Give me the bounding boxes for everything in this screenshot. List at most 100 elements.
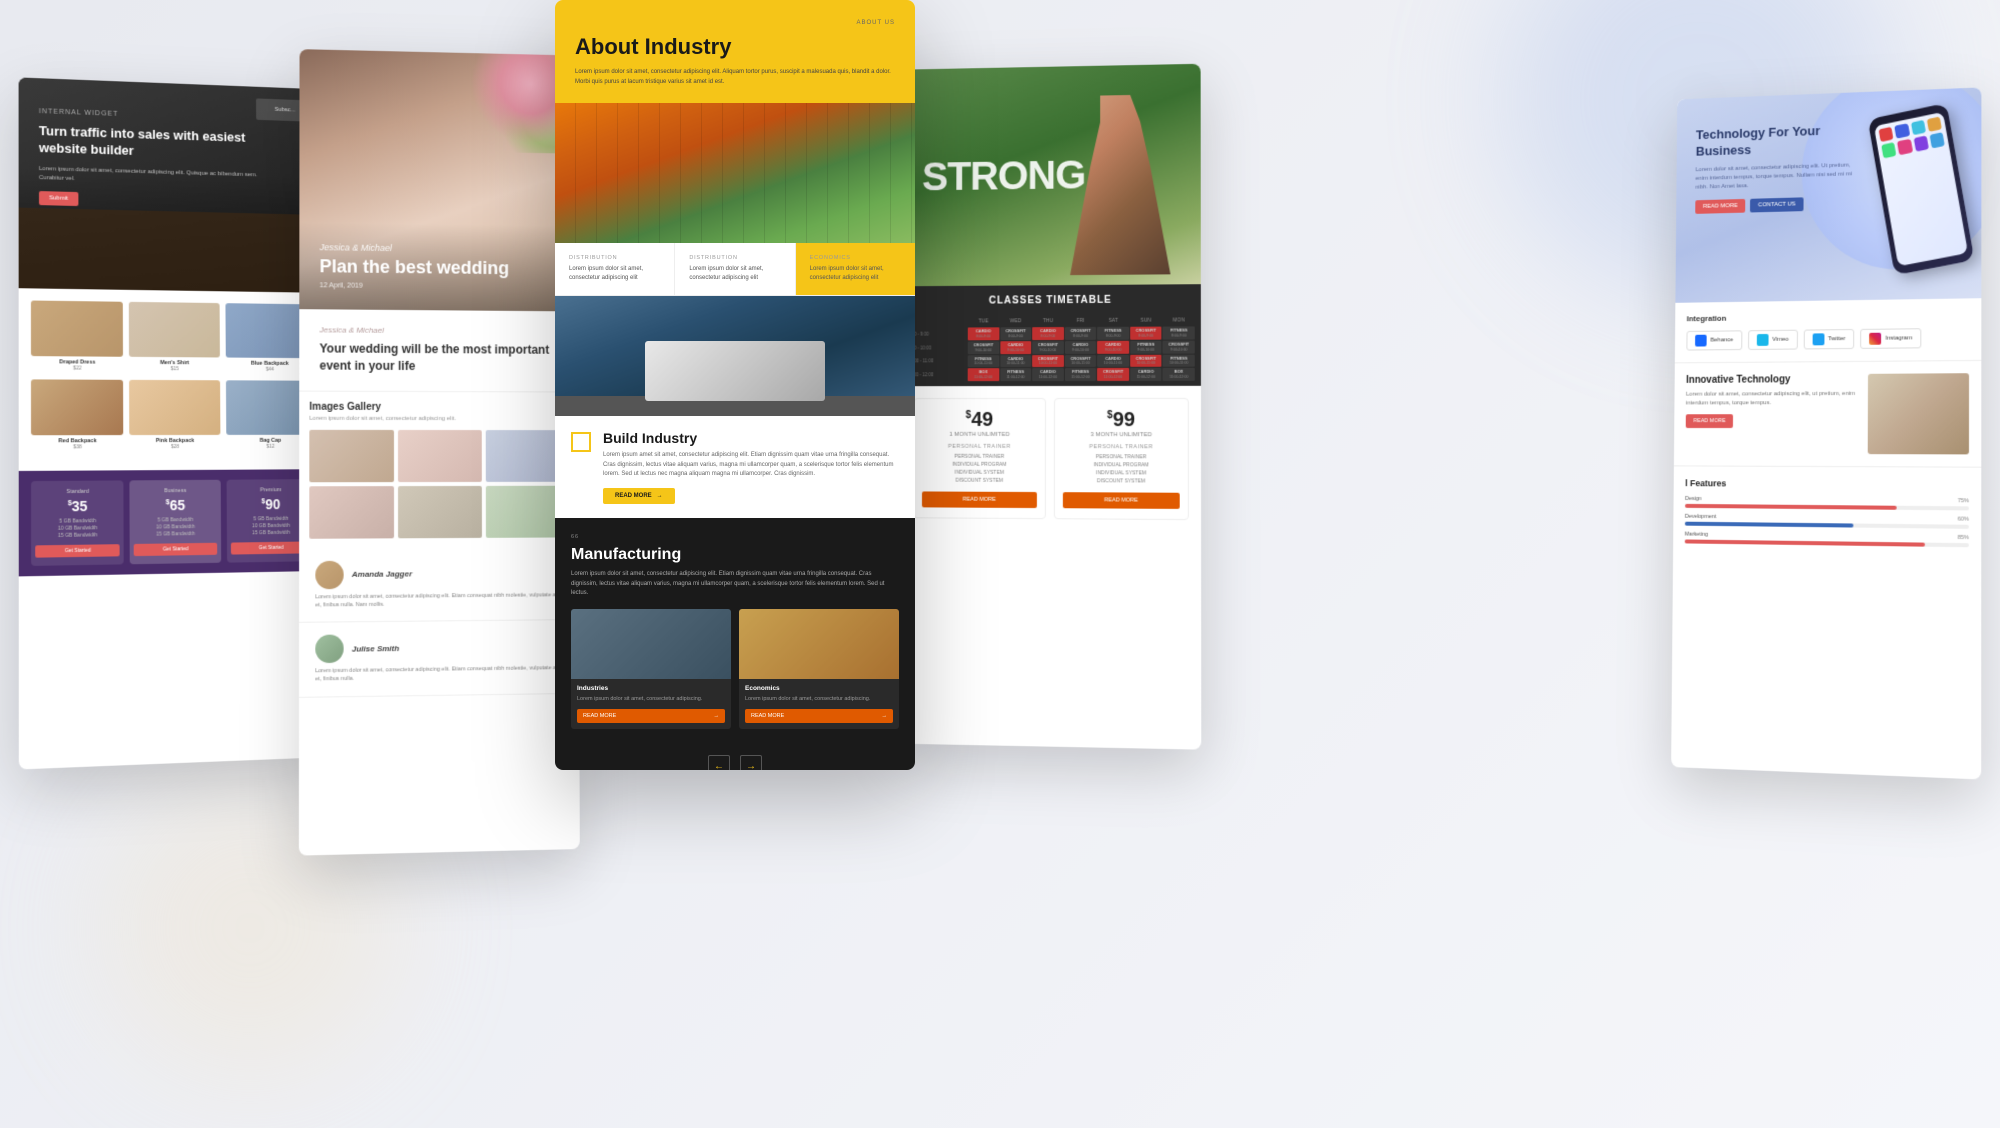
tech-hero-content: Technology For Your Business Lorem dolor… [1695, 122, 1861, 214]
price-amount: $99 [1063, 409, 1180, 432]
class-cell: BOX11:00-12:00 [968, 369, 999, 382]
dist-section: Distribution Lorem ipsum dolor sit amet,… [555, 243, 915, 296]
manuf-title: Manufacturing [571, 546, 899, 564]
build-section: Build Industry Lorem ipsum amet sit amet… [555, 416, 915, 518]
fitness-hero-text: STRONG [922, 155, 1085, 197]
feature-bar-pct: 60% [1958, 516, 1969, 522]
product-row-1: Draped Dress $22 Men's Shirt $15 Blue Ba… [31, 300, 314, 372]
behance-icon [1695, 335, 1707, 347]
pricing-tier: Standard [35, 489, 120, 496]
day-label: SUN [1130, 316, 1162, 326]
twitter-icon [1812, 333, 1824, 345]
test-text-1: Lorem ipsum dolor sit amet, consectetur … [315, 591, 563, 610]
integration-instagram[interactable]: Instagram [1860, 328, 1921, 349]
card-tech: Technology For Your Business Lorem dolor… [1671, 87, 1981, 779]
test-text-2: Lorem ipsum dolor sit amet, consectetur … [315, 664, 563, 684]
pricing-features: 5 GB Bandwidth 10 GB Bandwidth 15 GB Ban… [134, 517, 217, 538]
manuf-label: 66 [571, 534, 899, 540]
manuf-section: 66 Manufacturing Lorem ipsum dolor sit a… [555, 518, 915, 745]
innovation-btn[interactable]: READ MORE [1686, 414, 1734, 428]
innovation-title: Innovative Technology [1686, 374, 1856, 386]
read-more-btn[interactable]: READ MORE → [603, 488, 675, 504]
features-title: l Features [1685, 478, 1969, 490]
photos-title: Images Gallery [309, 401, 568, 413]
tech-hero-title: Technology For Your Business [1696, 122, 1861, 161]
class-cell: CROSSFIT10:00-11:00 [1130, 354, 1162, 367]
class-cell: CROSSFIT8:00-9:00 [1130, 327, 1162, 340]
timetable-grid: TUE WED THU FRI SAT SUN MON 8:00 - 9:00 … [902, 311, 1201, 386]
phone-icon [1878, 127, 1893, 143]
feature-bar-2: Development 60% [1685, 514, 1969, 529]
website-hero-title: Turn traffic into sales with easiest web… [39, 123, 266, 164]
feature-bar-1: Design 75% [1685, 496, 1969, 510]
class-cell: FITNESS8:00-9:00 [1163, 326, 1195, 339]
feature-bar-label: Design 75% [1685, 496, 1969, 504]
manuf-card-text-2: Lorem ipsum dolor sit amet, consectetur … [745, 695, 893, 703]
price-feature: DISCOUNT SYSTEM [1063, 478, 1180, 485]
price-feature: INDIVIDUAL SYSTEM [1063, 470, 1180, 477]
price-btn[interactable]: READ MORE [922, 492, 1037, 509]
pricing-btn[interactable]: Get Started [35, 544, 120, 558]
class-cell: CARDIO10:00-11:00 [1000, 355, 1031, 368]
phone-icon [1894, 123, 1909, 139]
price-period: 3 MONTH UNLIMITED [1063, 432, 1180, 438]
instagram-icon [1869, 333, 1881, 345]
integration-behance[interactable]: Behance [1686, 330, 1742, 350]
integrations-section: Integration Behance Vimeo Twitter Instag… [1675, 298, 1982, 363]
tech-contact-btn[interactable]: CONTACT US [1750, 197, 1803, 212]
timetable-row: 11:00 - 12:00 BOX11:00-12:00 FITNESS11:0… [908, 368, 1195, 381]
manuf-card-btn[interactable]: READ MORE → [577, 709, 725, 723]
manuf-cards: Industries Lorem ipsum dolor sit amet, c… [571, 609, 899, 729]
nav-dot-prev[interactable]: ← [708, 755, 730, 770]
integration-twitter[interactable]: Twitter [1803, 329, 1854, 349]
pricing-col-business: Business $65 5 GB Bandwidth 10 GB Bandwi… [130, 480, 221, 565]
scene: INTERNAL WIDGET Turn traffic into sales … [0, 0, 2000, 1128]
manuf-card-title-2: Economics [745, 685, 893, 692]
class-cell: CROSSFIT10:00-11:00 [1065, 355, 1097, 368]
pricing-feature: 15 GB Bandwidth [35, 532, 120, 539]
tech-read-more-btn[interactable]: READ MORE [1695, 199, 1745, 214]
class-cell: CROSSFIT9:00-10:00 [968, 341, 999, 354]
innovation-text: Innovative Technology Lorem dolor sit am… [1686, 374, 1856, 428]
product-price: $38 [31, 444, 124, 450]
subscribe-label: Subsc... [274, 107, 295, 114]
pricing-features: 5 GB Bandwidth 10 GB Bandwidth 15 GB Ban… [35, 518, 120, 539]
dist-text: Lorem ipsum dolor sit amet, consectetur … [569, 265, 660, 283]
behance-label: Behance [1710, 337, 1733, 343]
day-label: THU [1032, 316, 1063, 326]
integration-vimeo[interactable]: Vimeo [1748, 330, 1798, 350]
website-hero-btn[interactable]: Submit [39, 191, 78, 206]
product-item: Draped Dress $22 [31, 300, 123, 371]
feature-bar-pct: 75% [1958, 498, 1969, 504]
test-avatar-1 [315, 560, 343, 588]
arrow-icon: → [657, 493, 663, 499]
class-cell: CROSSFIT8:00-9:00 [1000, 327, 1031, 340]
innovation-desc: Lorem dolor sit amet, consectetur adipis… [1686, 390, 1856, 408]
wedding-hero-title: Plan the best wedding [320, 257, 559, 281]
day-label: WED [1000, 316, 1031, 326]
testimonial-2: Julise Smith Lorem ipsum dolor sit amet,… [299, 620, 579, 697]
manuf-card-btn-2[interactable]: READ MORE → [745, 709, 893, 723]
manuf-card-text: Lorem ipsum dolor sit amet, consectetur … [577, 695, 725, 703]
hero-content: INTERNAL WIDGET Turn traffic into sales … [39, 108, 267, 210]
manuf-btn-arrow: → [714, 713, 720, 719]
product-price: $22 [31, 365, 123, 372]
class-cell: CROSSFIT9:00-10:00 [1032, 341, 1063, 354]
vimeo-icon [1757, 334, 1769, 346]
website-hero-sub: Lorem ipsum dolor sit amet, consectetur … [39, 165, 266, 189]
manuf-btn-label: READ MORE [583, 713, 616, 719]
photo-grid [309, 429, 569, 538]
testimonial-1: Amanda Jagger Lorem ipsum dolor sit amet… [299, 547, 579, 623]
truck-sim [645, 341, 825, 401]
about-label: ABOUT US [575, 20, 895, 26]
nav-dot-next[interactable]: → [740, 755, 762, 770]
price-label: PERSONAL TRAINER [1063, 444, 1180, 450]
hero-overlay: Jessica & Michael Plan the best wedding … [299, 222, 578, 311]
pricing-btn[interactable]: Get Started [134, 543, 217, 556]
class-cell: CARDIO8:00-9:00 [968, 327, 999, 340]
class-cell: CROSSFIT10:00-11:00 [1032, 355, 1063, 368]
build-content: Build Industry Lorem ipsum amet sit amet… [603, 430, 899, 504]
price-btn[interactable]: READ MORE [1063, 492, 1180, 509]
build-text: Lorem ipsum amet sit amet, consectetur a… [603, 451, 899, 480]
instagram-label: Instagram [1885, 335, 1912, 341]
